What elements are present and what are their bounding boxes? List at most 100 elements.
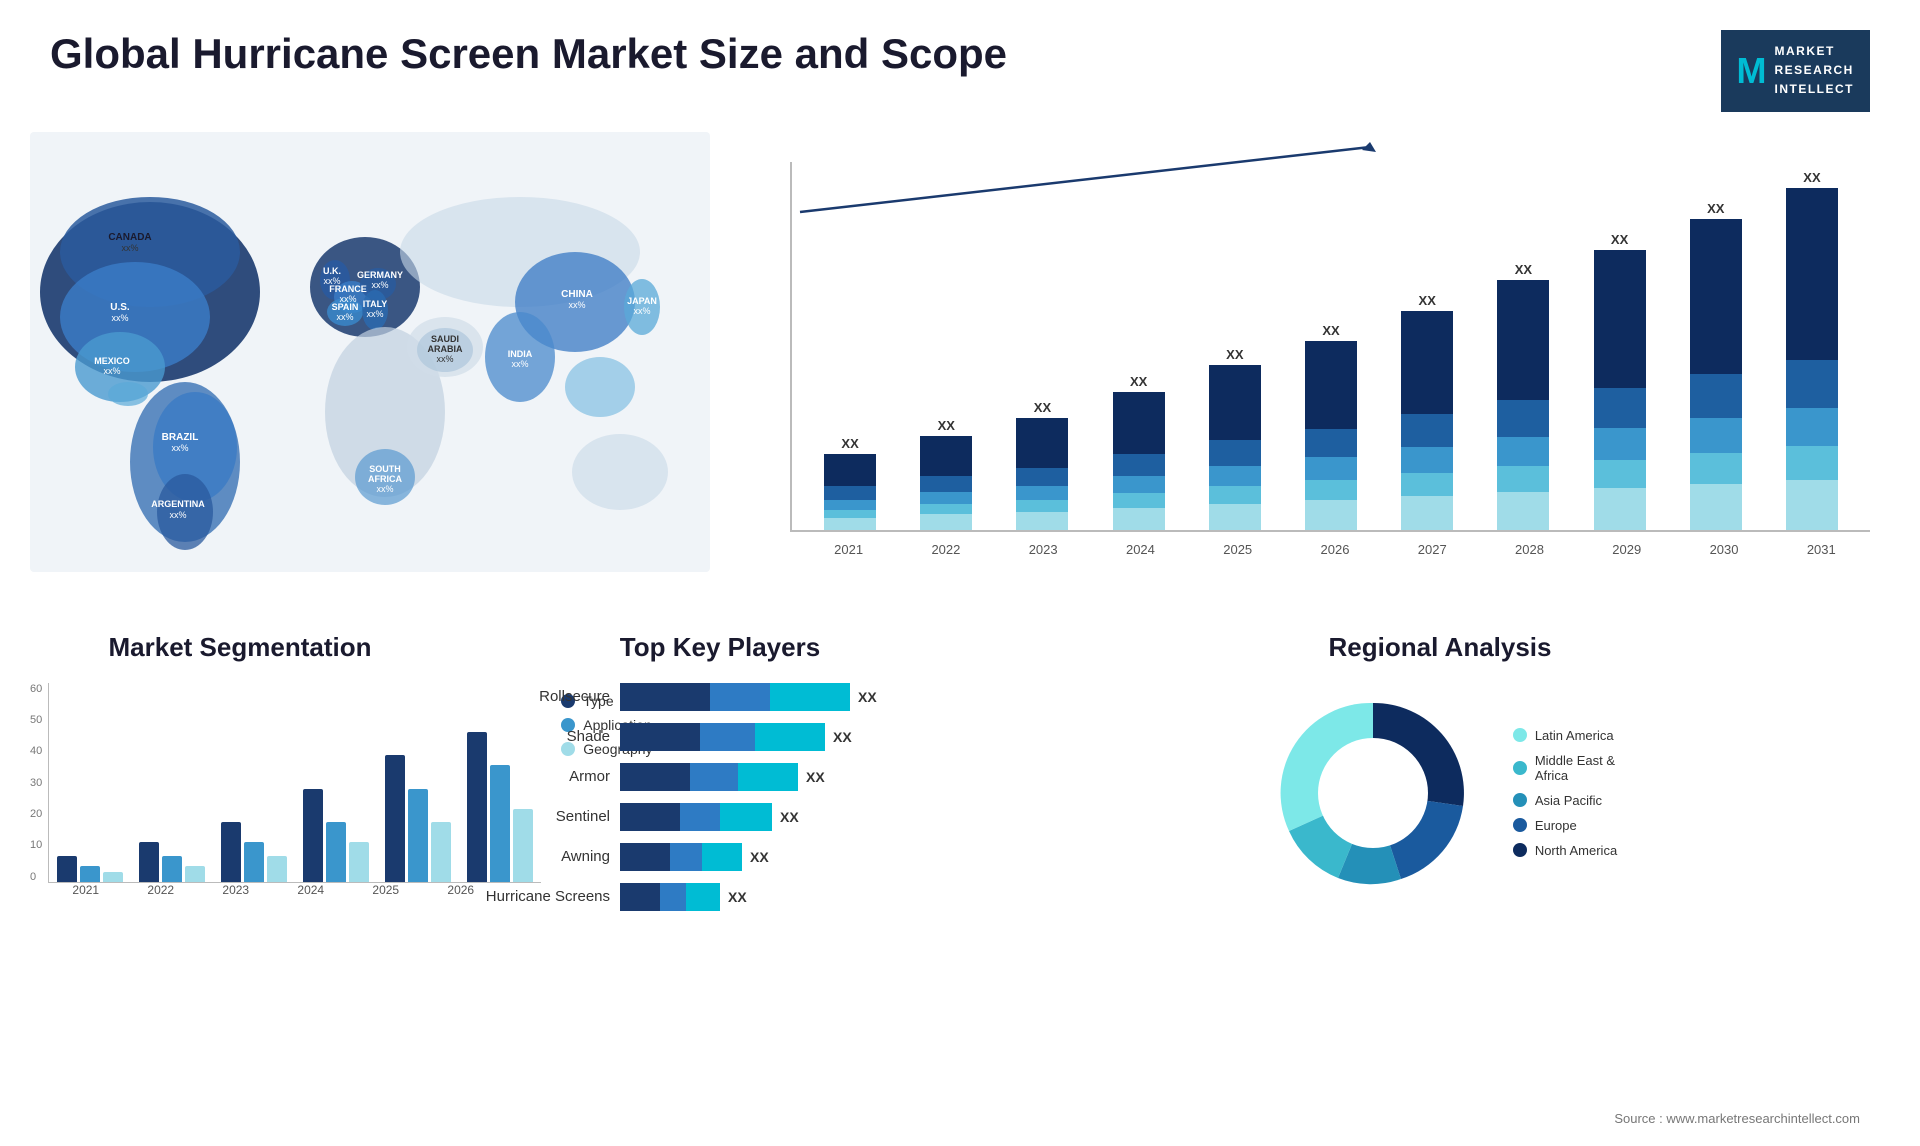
bar-label-2030: XX xyxy=(1707,201,1724,216)
legend-europe: Europe xyxy=(1513,818,1617,833)
player-name-hurricane: Hurricane Screens xyxy=(470,888,610,905)
seg-bar-2024 xyxy=(303,789,369,882)
segmentation-title: Market Segmentation xyxy=(30,632,450,663)
player-bar-sentinel: XX xyxy=(620,803,799,831)
legend-middle-east-africa: Middle East &Africa xyxy=(1513,753,1617,783)
svg-text:xx%: xx% xyxy=(568,300,585,310)
player-name-awning: Awning xyxy=(470,848,610,865)
bar-label-2025: XX xyxy=(1226,347,1243,362)
legend-asia-pacific: Asia Pacific xyxy=(1513,793,1617,808)
player-bar-inner-shade xyxy=(620,723,825,751)
svg-text:SOUTH: SOUTH xyxy=(369,464,401,474)
bar-label-2029: XX xyxy=(1611,232,1628,247)
main-content: CANADA xx% U.S. xx% MEXICO xx% BRAZIL xx… xyxy=(0,132,1920,612)
player-bar-shade: XX xyxy=(620,723,852,751)
svg-text:FRANCE: FRANCE xyxy=(329,284,367,294)
svg-text:BRAZIL: BRAZIL xyxy=(162,432,199,443)
key-players-section: Top Key Players Rollsecure XX Shade xyxy=(470,632,970,923)
svg-text:xx%: xx% xyxy=(171,443,188,453)
year-label-2028: 2028 xyxy=(1481,542,1578,557)
bar-2021: XX xyxy=(802,436,898,530)
seg-bar-2021 xyxy=(57,856,123,882)
seg-bars xyxy=(48,683,541,883)
svg-text:xx%: xx% xyxy=(511,359,528,369)
svg-text:xx%: xx% xyxy=(371,280,388,290)
bar-2028: XX xyxy=(1475,262,1571,530)
player-bar-armor: XX xyxy=(620,763,825,791)
year-label-2029: 2029 xyxy=(1578,542,1675,557)
svg-text:INDIA: INDIA xyxy=(508,349,533,359)
bar-2024: XX xyxy=(1091,374,1187,530)
seg-bar-2022 xyxy=(139,842,205,882)
page-title: Global Hurricane Screen Market Size and … xyxy=(50,30,1007,78)
svg-text:U.K.: U.K. xyxy=(323,266,341,276)
svg-text:xx%: xx% xyxy=(169,510,186,520)
regional-legend: Latin America Middle East &Africa Asia P… xyxy=(1513,728,1617,858)
player-name-shade: Shade xyxy=(470,728,610,745)
bar-chart-section: XX XX xyxy=(730,132,1890,612)
svg-text:U.S.: U.S. xyxy=(110,302,130,313)
svg-text:SPAIN: SPAIN xyxy=(332,302,359,312)
svg-text:xx%: xx% xyxy=(336,312,353,322)
player-bar-inner-armor xyxy=(620,763,798,791)
seg-bar-2023 xyxy=(221,822,287,882)
player-bar-inner-sentinel xyxy=(620,803,772,831)
svg-text:GERMANY: GERMANY xyxy=(357,270,403,280)
seg-bar-2025 xyxy=(385,755,451,882)
bar-2027: XX xyxy=(1379,293,1475,530)
header: Global Hurricane Screen Market Size and … xyxy=(0,0,1920,132)
svg-text:JAPAN: JAPAN xyxy=(627,296,657,306)
world-map-svg: CANADA xx% U.S. xx% MEXICO xx% BRAZIL xx… xyxy=(30,132,710,572)
bar-label-2031: XX xyxy=(1803,170,1820,185)
player-shade: Shade XX xyxy=(470,723,970,751)
donut-center xyxy=(1318,738,1428,848)
svg-text:CHINA: CHINA xyxy=(561,289,593,300)
regional-donut-svg xyxy=(1263,683,1483,903)
svg-text:ITALY: ITALY xyxy=(363,299,388,309)
bar-label-2023: XX xyxy=(1034,400,1051,415)
svg-text:xx%: xx% xyxy=(103,366,120,376)
legend-middle-east-label: Middle East &Africa xyxy=(1535,753,1615,783)
svg-text:AFRICA: AFRICA xyxy=(368,474,402,484)
player-armor: Armor XX xyxy=(470,763,970,791)
player-list: Rollsecure XX Shade xyxy=(470,683,970,911)
year-label-2031: 2031 xyxy=(1773,542,1870,557)
player-bar-inner-hurricane xyxy=(620,883,720,911)
bar-2022: XX xyxy=(898,418,994,530)
svg-text:ARGENTINA: ARGENTINA xyxy=(151,499,205,509)
year-label-2025: 2025 xyxy=(1189,542,1286,557)
legend-north-america-label: North America xyxy=(1535,843,1617,858)
legend-latin-america-label: Latin America xyxy=(1535,728,1614,743)
year-label-2022: 2022 xyxy=(897,542,994,557)
regional-section: Regional Analysis xyxy=(990,632,1890,923)
year-label-2023: 2023 xyxy=(995,542,1092,557)
bar-year-labels: 2021 2022 2023 2024 2025 2026 2027 2028 … xyxy=(800,542,1870,557)
legend-asia-pacific-label: Asia Pacific xyxy=(1535,793,1602,808)
player-bar-inner-awning xyxy=(620,843,742,871)
svg-text:xx%: xx% xyxy=(111,313,128,323)
bar-2026: XX xyxy=(1283,323,1379,530)
player-name-rollsecure: Rollsecure xyxy=(470,688,610,705)
player-awning: Awning XX xyxy=(470,843,970,871)
key-players-title: Top Key Players xyxy=(470,632,970,663)
logo-line1: MARKET xyxy=(1775,42,1855,61)
logo-letter: M xyxy=(1737,50,1767,92)
bar-2023: XX xyxy=(994,400,1090,530)
bar-label-2028: XX xyxy=(1515,262,1532,277)
player-name-armor: Armor xyxy=(470,768,610,785)
player-rollsecure: Rollsecure XX xyxy=(470,683,970,711)
legend-europe-label: Europe xyxy=(1535,818,1577,833)
player-bar-awning: XX xyxy=(620,843,769,871)
year-label-2024: 2024 xyxy=(1092,542,1189,557)
segmentation-section: Market Segmentation 60 50 40 30 20 10 0 xyxy=(30,632,450,923)
year-label-2021: 2021 xyxy=(800,542,897,557)
map-section: CANADA xx% U.S. xx% MEXICO xx% BRAZIL xx… xyxy=(30,132,730,612)
bottom-content: Market Segmentation 60 50 40 30 20 10 0 xyxy=(0,612,1920,923)
bar-label-2022: XX xyxy=(938,418,955,433)
bar-label-2024: XX xyxy=(1130,374,1147,389)
svg-text:xx%: xx% xyxy=(376,484,393,494)
player-bar-rollsecure: XX xyxy=(620,683,877,711)
svg-text:CANADA: CANADA xyxy=(108,232,151,243)
logo-line3: INTELLECT xyxy=(1775,80,1855,99)
svg-text:xx%: xx% xyxy=(633,306,650,316)
